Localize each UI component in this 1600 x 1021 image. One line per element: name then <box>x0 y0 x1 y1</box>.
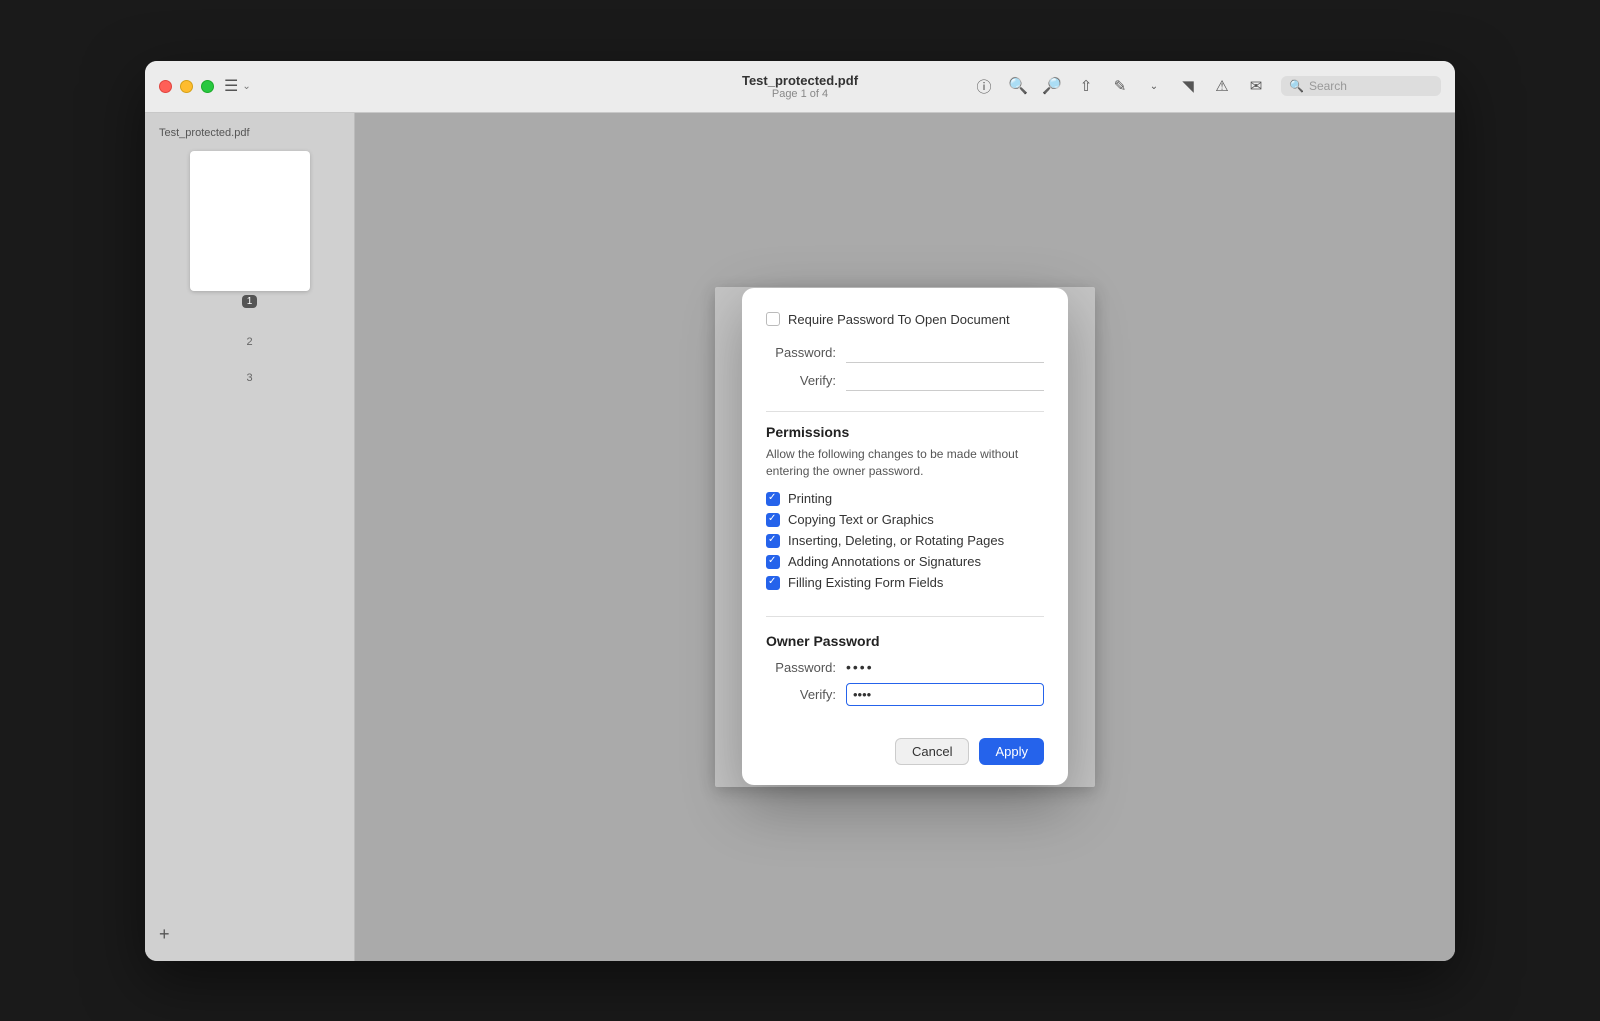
cancel-button[interactable]: Cancel <box>895 738 969 765</box>
search-icon: 🔍 <box>1289 79 1304 93</box>
permission-forms: Filling Existing Form Fields <box>766 575 1044 590</box>
sidebar-filename: Test_protected.pdf <box>153 123 346 143</box>
owner-verify-row: Verify: <box>766 683 1044 706</box>
permission-copying-checkbox[interactable] <box>766 513 780 527</box>
open-verify-label: Verify: <box>766 373 836 388</box>
permission-annotations-checkbox[interactable] <box>766 555 780 569</box>
page-1-thumbnail[interactable] <box>190 151 310 291</box>
permission-annotations: Adding Annotations or Signatures <box>766 554 1044 569</box>
open-doc-label: Require Password To Open Document <box>788 312 1010 327</box>
open-password-input[interactable] <box>846 343 1044 363</box>
titlebar: ☰ ⌄ Test_protected.pdf Page 1 of 4 ⓘ 🔍 🔎… <box>145 61 1455 113</box>
toolbar: ⓘ 🔍 🔎 ⇧ ✎ ⌄ ◥ ⚠ ✉ 🔍 Search <box>975 76 1441 96</box>
owner-password-title: Owner Password <box>766 633 1044 649</box>
share-icon[interactable]: ⇧ <box>1077 77 1095 95</box>
divider-2 <box>766 616 1044 617</box>
permission-printing: Printing <box>766 491 1044 506</box>
permission-copying: Copying Text or Graphics <box>766 512 1044 527</box>
permissions-desc: Allow the following changes to be made w… <box>766 446 1044 480</box>
page-indicator: Page 1 of 4 <box>772 88 828 100</box>
owner-password-section: Owner Password Password: •••• Verify: <box>766 629 1044 714</box>
permission-forms-checkbox[interactable] <box>766 576 780 590</box>
page-1-badge: 1 <box>242 295 258 308</box>
pen-chevron-icon[interactable]: ⌄ <box>1145 77 1163 95</box>
main-content: Require Password To Open Document Passwo… <box>355 113 1455 961</box>
pen-icon[interactable]: ✎ <box>1111 77 1129 95</box>
zoom-out-icon[interactable]: 🔎 <box>1043 77 1061 95</box>
mail-icon[interactable]: ✉ <box>1247 77 1265 95</box>
open-doc-row: Require Password To Open Document <box>766 312 1044 327</box>
page-3-label: 3 <box>153 372 346 384</box>
sidebar: Test_protected.pdf 1 2 3 + <box>145 113 355 961</box>
apply-button[interactable]: Apply <box>979 738 1044 765</box>
owner-password-dots: •••• <box>846 659 874 675</box>
open-verify-row: Verify: <box>766 371 1044 391</box>
minimize-button[interactable] <box>180 80 193 93</box>
owner-verify-input[interactable] <box>846 683 1044 706</box>
password-dialog: Require Password To Open Document Passwo… <box>742 288 1068 786</box>
close-button[interactable] <box>159 80 172 93</box>
sidebar-toggle[interactable]: ☰ ⌄ <box>224 76 251 96</box>
document-title: Test_protected.pdf <box>742 73 858 88</box>
maximize-button[interactable] <box>201 80 214 93</box>
zoom-in-icon[interactable]: 🔍 <box>1009 77 1027 95</box>
search-placeholder: Search <box>1309 79 1347 93</box>
titlebar-center: Test_protected.pdf Page 1 of 4 <box>742 73 858 100</box>
dialog-buttons: Cancel Apply <box>766 738 1044 765</box>
permission-printing-checkbox[interactable] <box>766 492 780 506</box>
permission-copying-label: Copying Text or Graphics <box>788 512 934 527</box>
add-page-button[interactable]: + <box>153 918 346 951</box>
sidebar-icon: ☰ <box>224 76 238 96</box>
owner-verify-label: Verify: <box>766 687 836 702</box>
permission-annotations-label: Adding Annotations or Signatures <box>788 554 981 569</box>
page-2-label: 2 <box>153 336 346 348</box>
app-window: ☰ ⌄ Test_protected.pdf Page 1 of 4 ⓘ 🔍 🔎… <box>145 61 1455 961</box>
permission-printing-label: Printing <box>788 491 832 506</box>
owner-password-row: Password: •••• <box>766 659 1044 675</box>
traffic-lights <box>159 80 214 93</box>
info-icon[interactable]: ⓘ <box>975 77 993 95</box>
owner-password-label: Password: <box>766 660 836 675</box>
open-verify-input[interactable] <box>846 371 1044 391</box>
permission-inserting: Inserting, Deleting, or Rotating Pages <box>766 533 1044 548</box>
open-password-label: Password: <box>766 345 836 360</box>
chevron-down-icon: ⌄ <box>242 81 250 92</box>
permissions-title: Permissions <box>766 424 1044 440</box>
open-doc-checkbox[interactable] <box>766 312 780 326</box>
permission-inserting-label: Inserting, Deleting, or Rotating Pages <box>788 533 1004 548</box>
open-password-row: Password: <box>766 343 1044 363</box>
permissions-section: Permissions Allow the following changes … <box>766 424 1044 597</box>
content-area: Test_protected.pdf 1 2 3 + Require Passw… <box>145 113 1455 961</box>
permission-forms-label: Filling Existing Form Fields <box>788 575 943 590</box>
crop-icon[interactable]: ◥ <box>1179 77 1197 95</box>
dialog-overlay: Require Password To Open Document Passwo… <box>355 113 1455 961</box>
markup-icon[interactable]: ⚠ <box>1213 77 1231 95</box>
search-bar[interactable]: 🔍 Search <box>1281 76 1441 96</box>
permission-inserting-checkbox[interactable] <box>766 534 780 548</box>
divider-1 <box>766 411 1044 412</box>
page-1-thumbnail-container: 1 <box>153 151 346 312</box>
